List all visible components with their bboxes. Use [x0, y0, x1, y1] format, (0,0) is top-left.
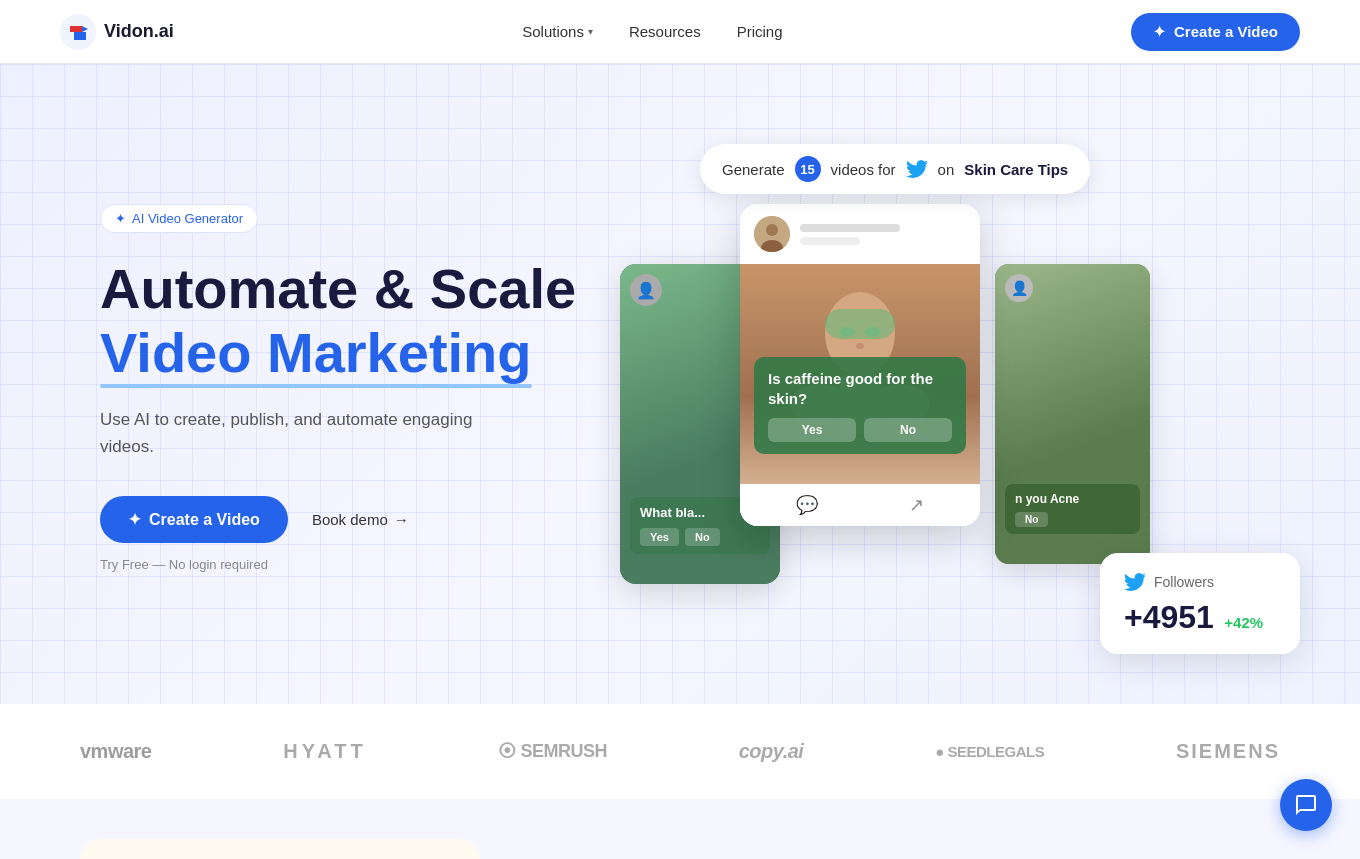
- comment-icon: 💬: [796, 494, 818, 516]
- hero-actions: ✦ Create a Video Book demo →: [100, 496, 600, 543]
- chat-icon: [1294, 793, 1318, 817]
- avatar-icon: [754, 216, 790, 252]
- followers-growth: +42%: [1224, 614, 1263, 631]
- chat-button[interactable]: [1280, 779, 1332, 831]
- nav-links: Solutions ▾ Resources Pricing: [522, 23, 782, 40]
- nav-pricing[interactable]: Pricing: [737, 23, 783, 40]
- svg-point-2: [766, 224, 778, 236]
- hero-footnote: Try Free — No login required: [100, 557, 600, 572]
- followers-label: Followers: [1154, 574, 1214, 590]
- card-left-buttons: Yes No: [640, 528, 760, 546]
- card-right: n you Acne No 👤: [995, 264, 1150, 564]
- bottom-card: 🎬 Text to Video 🌴: [80, 839, 480, 859]
- generate-count: 15: [795, 156, 821, 182]
- bottom-section: 🎬 Text to Video 🌴: [0, 799, 1360, 859]
- brands-section: vmware HYATT ⦿ SEMRUSH copy.ai ● SEEDLEG…: [0, 704, 1360, 799]
- brand-hyatt: HYATT: [283, 740, 366, 763]
- logo-link[interactable]: Vidon.ai: [60, 14, 174, 50]
- followers-card: Followers +4951 +42%: [1100, 553, 1300, 654]
- card-right-button: No: [1015, 512, 1130, 526]
- card-center-footer: 💬 ↗: [740, 484, 980, 526]
- share-icon: ↗: [909, 494, 924, 516]
- hero-right: Generate 15 videos for on Skin Care Tips…: [600, 124, 1300, 664]
- card-center-header: [740, 204, 980, 264]
- brand-siemens: SIEMENS: [1176, 740, 1280, 763]
- twitter-icon: [906, 158, 928, 180]
- brand-seedlegals: ● SEEDLEGALS: [935, 743, 1044, 760]
- hero-left: ✦ AI Video Generator Automate & Scale Vi…: [100, 124, 600, 572]
- svg-point-8: [856, 343, 864, 349]
- twitter-followers-icon: [1124, 571, 1146, 593]
- chevron-down-icon: ▾: [588, 26, 593, 37]
- poll-options: Yes No: [768, 418, 952, 442]
- hero-title-blue: Video Marketing: [100, 321, 532, 384]
- create-video-hero-button[interactable]: ✦ Create a Video: [100, 496, 288, 543]
- svg-rect-9: [825, 309, 895, 339]
- poll-card: Is caffeine good for the skin? Yes No: [754, 357, 966, 454]
- sparkle-btn-icon: ✦: [128, 510, 141, 529]
- brand-semrush: ⦿ SEMRUSH: [498, 741, 607, 762]
- username-line: [800, 224, 900, 232]
- handle-line: [800, 237, 860, 245]
- card-right-overlay: n you Acne No: [1005, 484, 1140, 534]
- logo-text: Vidon.ai: [104, 21, 174, 42]
- generate-topic: Skin Care Tips: [964, 161, 1068, 178]
- hero-section: ✦ AI Video Generator Automate & Scale Vi…: [0, 64, 1360, 704]
- generate-on: on: [938, 161, 955, 178]
- card-header-lines: [800, 224, 900, 245]
- nav-resources[interactable]: Resources: [629, 23, 701, 40]
- generate-prefix: Generate: [722, 161, 785, 178]
- create-video-nav-button[interactable]: ✦ Create a Video: [1131, 13, 1300, 51]
- book-demo-button[interactable]: Book demo →: [312, 511, 409, 528]
- hero-subtitle: Use AI to create, publish, and automate …: [100, 406, 500, 460]
- followers-count-row: +4951 +42%: [1124, 599, 1276, 636]
- sparkle-icon: ✦: [1153, 23, 1166, 41]
- brand-vmware: vmware: [80, 740, 152, 763]
- card-right-text: n you Acne: [1015, 492, 1079, 506]
- card-center: Is caffeine good for the skin? Yes No 💬 …: [740, 204, 980, 526]
- logo-icon: [60, 14, 96, 50]
- followers-header: Followers: [1124, 571, 1276, 593]
- brand-copyai: copy.ai: [739, 740, 804, 763]
- poll-option-no: No: [864, 418, 952, 442]
- sparkle-badge-icon: ✦: [115, 211, 126, 226]
- generate-middle: videos for: [831, 161, 896, 178]
- followers-count: +4951: [1124, 599, 1214, 635]
- card-center-image: Is caffeine good for the skin? Yes No: [740, 264, 980, 484]
- video-cards-container: What bla... Yes No 👤: [640, 204, 1120, 624]
- poll-option-yes: Yes: [768, 418, 856, 442]
- poll-question: Is caffeine good for the skin?: [768, 369, 952, 408]
- nav-solutions[interactable]: Solutions ▾: [522, 23, 593, 40]
- card-left-text: What bla...: [640, 505, 705, 520]
- hero-title: Automate & Scale Video Marketing: [100, 257, 600, 386]
- avatar: [754, 216, 790, 252]
- generate-pill: Generate 15 videos for on Skin Care Tips: [700, 144, 1090, 194]
- hero-badge: ✦ AI Video Generator: [100, 204, 258, 233]
- navbar: Vidon.ai Solutions ▾ Resources Pricing ✦…: [0, 0, 1360, 64]
